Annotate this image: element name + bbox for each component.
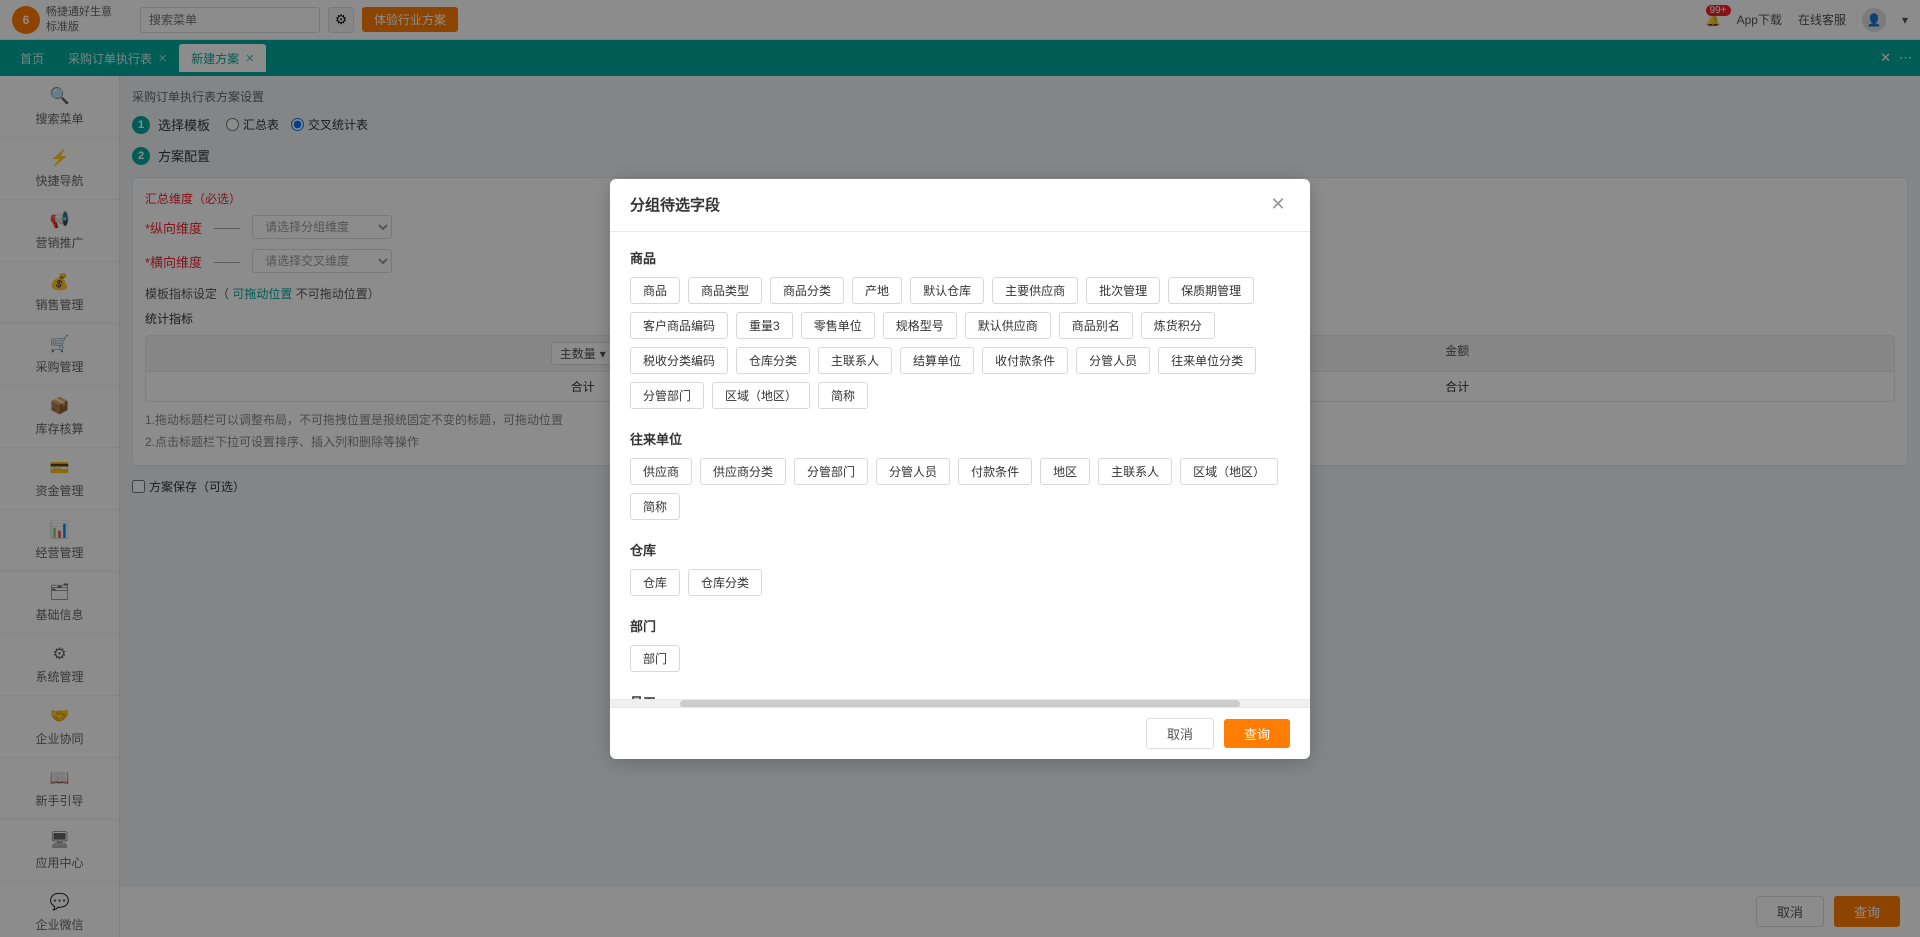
section-employee-title: 员工 <box>630 692 1290 699</box>
field-tag[interactable]: 零售单位 <box>801 312 875 339</box>
field-tag[interactable]: 分管人员 <box>876 458 950 485</box>
section-product-tags: 商品 商品类型 商品分类 产地 默认仓库 主要供应商 批次管理 保质期管理 客户… <box>630 277 1290 409</box>
field-tag[interactable]: 付款条件 <box>958 458 1032 485</box>
field-tag[interactable]: 批次管理 <box>1086 277 1160 304</box>
field-tag[interactable]: 部门 <box>630 645 680 672</box>
section-product: 商品 商品 商品类型 商品分类 产地 默认仓库 主要供应商 批次管理 保质期管理… <box>630 248 1290 409</box>
field-tag[interactable]: 默认仓库 <box>910 277 984 304</box>
modal-footer: 取消 查询 <box>610 707 1310 759</box>
field-tag[interactable]: 简称 <box>630 493 680 520</box>
modal-scrollbar-x[interactable] <box>610 699 1310 707</box>
section-warehouse-title: 仓库 <box>630 540 1290 559</box>
modal-overlay: 分组待选字段 ✕ 商品 商品 商品类型 商品分类 产地 默认仓库 主要供应商 批… <box>0 0 1920 937</box>
modal-header: 分组待选字段 ✕ <box>610 179 1310 232</box>
modal-confirm-button[interactable]: 查询 <box>1224 719 1290 748</box>
section-dept-tags: 部门 <box>630 645 1290 672</box>
field-tag[interactable]: 主联系人 <box>818 347 892 374</box>
field-tag[interactable]: 税收分类编码 <box>630 347 728 374</box>
section-partner: 往来单位 供应商 供应商分类 分管部门 分管人员 付款条件 地区 主联系人 区域… <box>630 429 1290 520</box>
section-product-title: 商品 <box>630 248 1290 267</box>
field-tag[interactable]: 分管部门 <box>794 458 868 485</box>
field-tag[interactable]: 分管人员 <box>1076 347 1150 374</box>
field-tag[interactable]: 地区 <box>1040 458 1090 485</box>
field-tag[interactable]: 供应商分类 <box>700 458 786 485</box>
field-tag[interactable]: 简称 <box>818 382 868 409</box>
modal-cancel-button[interactable]: 取消 <box>1146 718 1214 749</box>
field-tag[interactable]: 收付款条件 <box>982 347 1068 374</box>
field-tag[interactable]: 商品分类 <box>770 277 844 304</box>
field-tag[interactable]: 炼货积分 <box>1141 312 1215 339</box>
field-tag[interactable]: 规格型号 <box>883 312 957 339</box>
field-tag[interactable]: 保质期管理 <box>1168 277 1254 304</box>
field-tag[interactable]: 区域（地区） <box>712 382 810 409</box>
section-partner-title: 往来单位 <box>630 429 1290 448</box>
field-tag[interactable]: 主联系人 <box>1098 458 1172 485</box>
field-tag[interactable]: 分管部门 <box>630 382 704 409</box>
field-tag[interactable]: 往来单位分类 <box>1158 347 1256 374</box>
section-dept-title: 部门 <box>630 616 1290 635</box>
field-tag[interactable]: 商品 <box>630 277 680 304</box>
section-warehouse: 仓库 仓库 仓库分类 <box>630 540 1290 596</box>
modal-body: 商品 商品 商品类型 商品分类 产地 默认仓库 主要供应商 批次管理 保质期管理… <box>610 232 1310 699</box>
field-tag[interactable]: 客户商品编码 <box>630 312 728 339</box>
field-tag[interactable]: 结算单位 <box>900 347 974 374</box>
field-tag[interactable]: 重量3 <box>736 312 793 339</box>
field-tag[interactable]: 产地 <box>852 277 902 304</box>
field-tag[interactable]: 仓库 <box>630 569 680 596</box>
field-tag[interactable]: 商品类型 <box>688 277 762 304</box>
field-tag[interactable]: 默认供应商 <box>965 312 1051 339</box>
modal-field-selector: 分组待选字段 ✕ 商品 商品 商品类型 商品分类 产地 默认仓库 主要供应商 批… <box>610 179 1310 759</box>
field-tag[interactable]: 主要供应商 <box>992 277 1078 304</box>
section-partner-tags: 供应商 供应商分类 分管部门 分管人员 付款条件 地区 主联系人 区域（地区） … <box>630 458 1290 520</box>
field-tag[interactable]: 商品别名 <box>1059 312 1133 339</box>
modal-close-button[interactable]: ✕ <box>1266 193 1290 217</box>
field-tag[interactable]: 供应商 <box>630 458 692 485</box>
field-tag[interactable]: 仓库分类 <box>688 569 762 596</box>
field-tag[interactable]: 仓库分类 <box>736 347 810 374</box>
section-employee: 员工 业务员 <box>630 692 1290 699</box>
section-warehouse-tags: 仓库 仓库分类 <box>630 569 1290 596</box>
section-dept: 部门 部门 <box>630 616 1290 672</box>
modal-title: 分组待选字段 <box>630 194 720 215</box>
field-tag[interactable]: 区域（地区） <box>1180 458 1278 485</box>
